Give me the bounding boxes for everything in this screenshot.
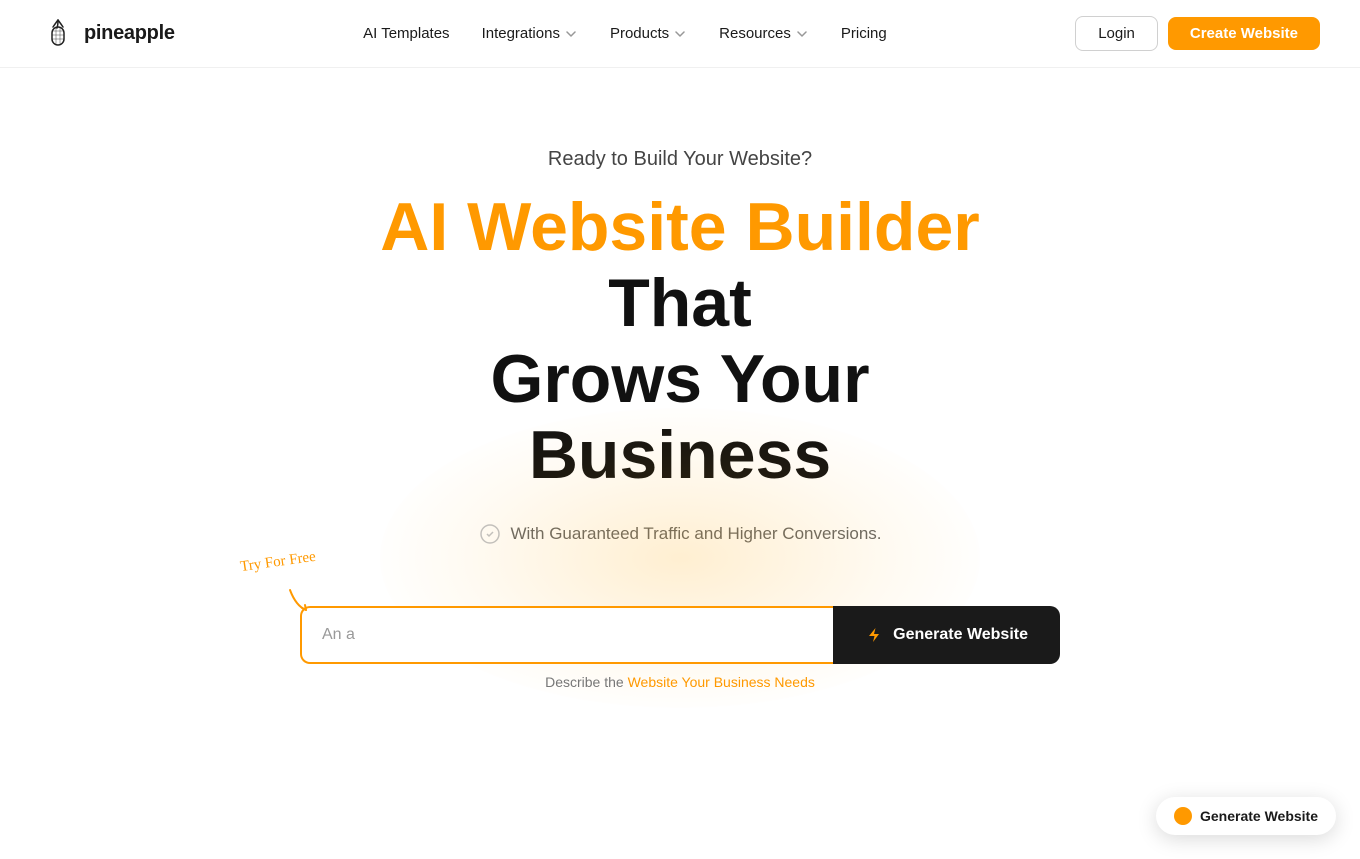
logo-link[interactable]: pineapple xyxy=(40,16,175,52)
chevron-down-icon xyxy=(564,27,578,41)
nav-links: AI Templates Integrations Products Resou… xyxy=(349,17,901,50)
cta-area: Try For Free Generate Website Describe t… xyxy=(300,606,1060,690)
chevron-down-icon xyxy=(673,27,687,41)
hero-tagline: With Guaranteed Traffic and Higher Conve… xyxy=(478,522,881,546)
logo-text: pineapple xyxy=(84,22,175,45)
lightning-icon xyxy=(865,626,883,644)
generate-website-button[interactable]: Generate Website xyxy=(833,606,1060,664)
create-website-button[interactable]: Create Website xyxy=(1168,17,1320,50)
login-button[interactable]: Login xyxy=(1075,16,1158,51)
chevron-down-icon xyxy=(795,27,809,41)
hero-title-black: ThatGrows Your Business xyxy=(490,265,869,493)
navbar: pineapple AI Templates Integrations Prod… xyxy=(0,0,1360,68)
try-free-label: Try For Free xyxy=(239,548,317,575)
nav-ai-templates[interactable]: AI Templates xyxy=(349,17,463,50)
pineapple-logo-icon xyxy=(40,16,76,52)
hero-section: Ready to Build Your Website? AI Website … xyxy=(0,68,1360,750)
nav-products[interactable]: Products xyxy=(596,17,701,50)
floating-generate-button[interactable]: Generate Website xyxy=(1156,797,1336,835)
input-hint: Describe the Website Your Business Needs xyxy=(545,674,815,690)
hero-title: AI Website Builder ThatGrows Your Busine… xyxy=(330,189,1030,494)
nav-resources[interactable]: Resources xyxy=(705,17,823,50)
input-hint-link[interactable]: Website Your Business Needs xyxy=(628,674,815,690)
hero-subtitle: Ready to Build Your Website? xyxy=(548,148,812,171)
nav-actions: Login Create Website xyxy=(1075,16,1320,51)
badge-icon xyxy=(478,522,502,546)
website-description-input[interactable] xyxy=(300,606,833,664)
floating-dot xyxy=(1174,807,1192,825)
nav-pricing[interactable]: Pricing xyxy=(827,17,901,50)
nav-integrations[interactable]: Integrations xyxy=(468,17,592,50)
input-row: Generate Website xyxy=(300,606,1060,664)
hero-title-orange: AI Website Builder xyxy=(380,189,980,265)
